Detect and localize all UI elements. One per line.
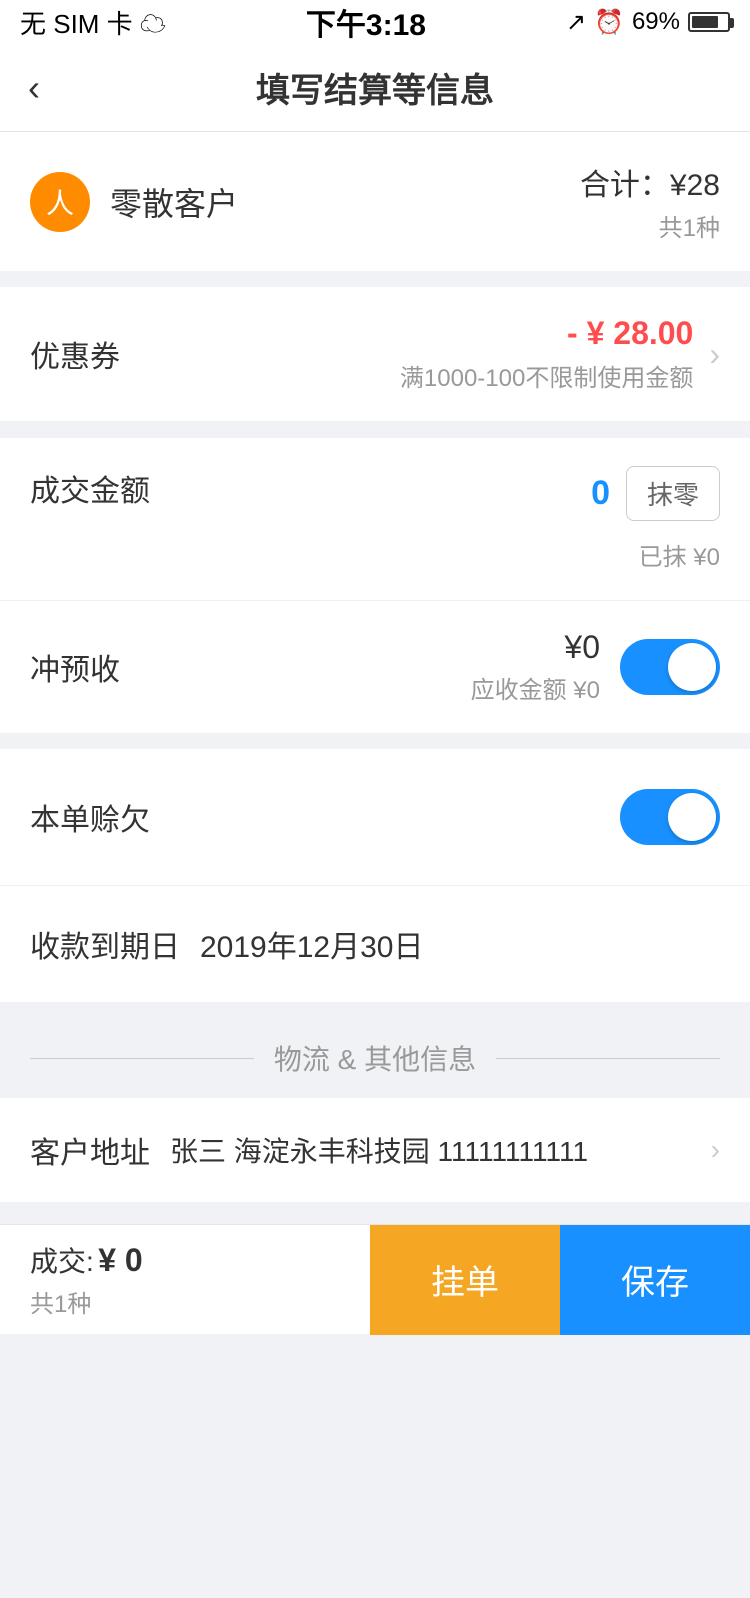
due-date-label: 收款到期日: [30, 922, 180, 966]
bottom-transaction-amount: ¥ 0: [98, 1242, 142, 1278]
nav-bar: ‹ 填写结算等信息: [0, 44, 750, 132]
discount-desc: 满1000-100不限制使用金额: [400, 358, 693, 393]
flush-toggle[interactable]: [620, 639, 720, 695]
avatar: 人: [30, 172, 90, 232]
hold-button[interactable]: 挂单: [370, 1225, 560, 1335]
chevron-right-icon: [709, 336, 720, 373]
debt-toggle-knob: [668, 793, 716, 841]
round-button[interactable]: 抹零: [626, 466, 720, 521]
page-title: 填写结算等信息: [256, 63, 494, 112]
coupon-row[interactable]: 优惠券 - ¥ 28.00 满1000-100不限制使用金额: [0, 287, 750, 422]
flush-amount: ¥0: [471, 629, 600, 666]
status-right: ↗ ⏰ 69%: [566, 8, 730, 37]
coupon-section: 优惠券 - ¥ 28.00 满1000-100不限制使用金额: [0, 287, 750, 422]
logistics-text: 物流 & 其他信息: [274, 1038, 476, 1078]
transaction-row: 成交金额 0 抹零 已抹 ¥0: [0, 438, 750, 601]
flush-amount-area: ¥0 应收金额 ¥0: [471, 629, 600, 705]
toggle-knob: [668, 643, 716, 691]
customer-name: 零散客户: [110, 179, 238, 225]
customer-summary: 合计：¥28 共1种: [580, 160, 720, 243]
coupon-value: - ¥ 28.00 满1000-100不限制使用金额: [400, 315, 693, 393]
back-button[interactable]: ‹: [28, 67, 40, 109]
bottom-transaction-row: 成交: ¥ 0: [30, 1240, 340, 1280]
flush-right: ¥0 应收金额 ¥0: [471, 629, 720, 705]
transaction-value[interactable]: 0: [591, 474, 610, 513]
due-date-row: 收款到期日 2019年12月30日: [0, 885, 750, 1002]
divider-line-left: [30, 1058, 254, 1059]
content-area: 人 零散客户 合计：¥28 共1种 优惠券 - ¥ 28.00 满1000-10…: [0, 132, 750, 1598]
battery-percent: 69%: [632, 8, 680, 36]
discount-amount: - ¥ 28.00: [400, 315, 693, 352]
bottom-count: 共1种: [30, 1284, 340, 1319]
battery-icon: [688, 12, 730, 32]
bottom-info: 成交: ¥ 0 共1种: [0, 1240, 370, 1319]
address-value: 张三 海淀永丰科技园 11111111111: [150, 1130, 711, 1170]
coupon-right: - ¥ 28.00 满1000-100不限制使用金额: [400, 315, 720, 393]
transaction-label: 成交金额: [30, 466, 150, 510]
bottom-bar: 成交: ¥ 0 共1种 挂单 保存: [0, 1224, 750, 1334]
amount-section: 成交金额 0 抹零 已抹 ¥0 冲预收 ¥0 应收金额 ¥0: [0, 438, 750, 733]
address-label: 客户地址: [30, 1128, 150, 1172]
address-row[interactable]: 客户地址 张三 海淀永丰科技园 11111111111 ›: [0, 1098, 750, 1202]
address-chevron-icon: ›: [711, 1134, 720, 1166]
flush-advance-row: 冲预收 ¥0 应收金额 ¥0: [0, 601, 750, 733]
debt-label: 本单赊欠: [30, 795, 150, 839]
status-time: 下午3:18: [306, 0, 426, 44]
flush-label: 冲预收: [30, 645, 120, 689]
save-button[interactable]: 保存: [560, 1225, 750, 1335]
logistics-header: 物流 & 其他信息: [0, 1018, 750, 1098]
due-date-value[interactable]: 2019年12月30日: [200, 922, 423, 966]
debt-toggle[interactable]: [620, 789, 720, 845]
debt-row: 本单赊欠: [0, 749, 750, 885]
hold-label: 挂单: [431, 1255, 499, 1304]
no-sim-text: 无 SIM 卡 ☁: [20, 4, 166, 41]
total-count: 共1种: [580, 208, 720, 243]
coupon-label: 优惠券: [30, 332, 120, 376]
divider-line-right: [496, 1058, 720, 1059]
transaction-sub: 已抹 ¥0: [639, 537, 720, 572]
flush-sub: 应收金额 ¥0: [471, 670, 600, 705]
status-left: 无 SIM 卡 ☁: [20, 4, 166, 41]
customer-row: 人 零散客户 合计：¥28 共1种: [0, 132, 750, 271]
debt-section: 本单赊欠 收款到期日 2019年12月30日: [0, 749, 750, 1002]
customer-left: 人 零散客户: [30, 172, 238, 232]
location-icon: ↗: [566, 8, 586, 37]
bottom-transaction-label: 成交:: [30, 1246, 94, 1277]
status-bar: 无 SIM 卡 ☁ 下午3:18 ↗ ⏰ 69%: [0, 0, 750, 44]
save-label: 保存: [621, 1255, 689, 1304]
alarm-icon: ⏰: [594, 8, 624, 37]
total-price: 合计：¥28: [580, 160, 720, 204]
